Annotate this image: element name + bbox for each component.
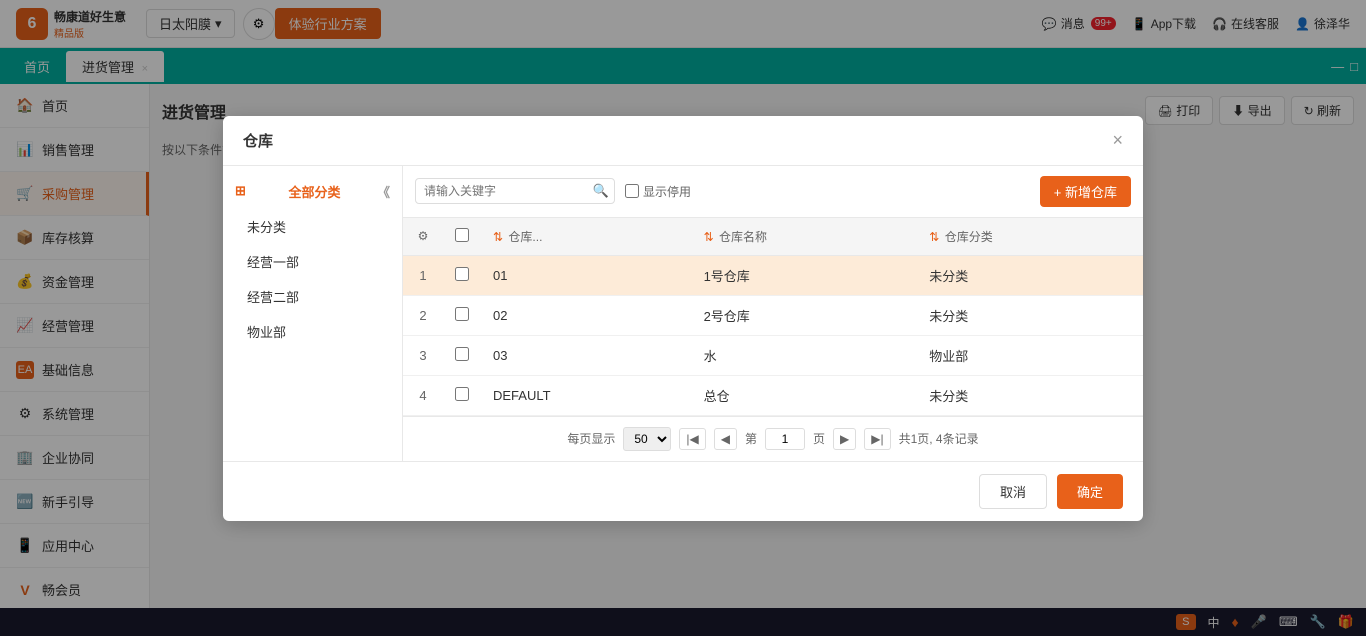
show-disabled-checkbox[interactable]: 显示停用 [625,183,691,200]
row-code-1: 01 [481,255,692,295]
sort-cat-icon: ⇅ [929,230,939,244]
prev-page-btn[interactable]: ◀ [714,428,737,450]
select-all-checkbox[interactable] [455,228,469,242]
table-head: ⚙ ⇅ 仓库... ⇅ [403,218,1143,256]
row-num-1: 1 [403,255,443,295]
row-check-3[interactable] [443,335,481,375]
next-page-btn[interactable]: ▶ [833,428,856,450]
row-cat-1: 未分类 [917,255,1143,295]
category-ops2[interactable]: 经营二部 [223,279,402,314]
row-cat-2: 未分类 [917,295,1143,335]
modal-close-btn[interactable]: × [1112,130,1123,151]
sort-icon: ⇅ [493,230,503,244]
row-name-4: 总仓 [692,375,918,415]
row-num-2: 2 [403,295,443,335]
modal-footer: 取消 确定 [223,461,1143,521]
search-wrap: 🔍 [415,178,615,204]
table-row[interactable]: 4 DEFAULT 总仓 未分类 [403,375,1143,415]
row-check-2[interactable] [443,295,481,335]
sort-name-icon: ⇅ [704,230,714,244]
table-body: 1 01 1号仓库 未分类 2 02 2号仓库 [403,255,1143,415]
warehouse-table-wrap: ⚙ ⇅ 仓库... ⇅ [403,218,1143,416]
warehouse-table-panel: 🔍 显示停用 + 新增仓库 ⚙ [403,166,1143,461]
search-icon[interactable]: 🔍 [593,183,609,199]
col-settings: ⚙ [403,218,443,256]
category-unclassified[interactable]: 未分类 [223,209,402,244]
add-warehouse-btn[interactable]: + 新增仓库 [1040,176,1131,207]
collapse-icon[interactable]: 《 [377,182,390,201]
row-code-4: DEFAULT [481,375,692,415]
modal-toolbar: 🔍 显示停用 + 新增仓库 [403,166,1143,218]
page-number-input[interactable] [765,428,805,450]
row-name-1: 1号仓库 [692,255,918,295]
modal-pagination: 每页显示 50 |◀ ◀ 第 页 ▶ ▶| 共1页, 4条记录 [403,416,1143,461]
table-row[interactable]: 1 01 1号仓库 未分类 [403,255,1143,295]
search-input[interactable] [415,178,615,204]
page-word: 第 [745,430,757,447]
modal-title: 仓库 [243,130,273,151]
table-row[interactable]: 3 03 水 物业部 [403,335,1143,375]
row-check-1[interactable] [443,255,481,295]
category-panel: ⊞ 全部分类 《 未分类 经营一部 经营二部 物业部 [223,166,403,461]
total-info: 共1页, 4条记录 [899,430,979,447]
cancel-button[interactable]: 取消 [979,474,1047,509]
row-code-3: 03 [481,335,692,375]
row-num-3: 3 [403,335,443,375]
confirm-button[interactable]: 确定 [1057,474,1123,509]
page-label: 页 [813,430,825,447]
category-ops1[interactable]: 经营一部 [223,244,402,279]
row-cat-4: 未分类 [917,375,1143,415]
table-settings-icon[interactable]: ⚙ [418,229,429,243]
first-page-btn[interactable]: |◀ [679,428,705,450]
row-code-2: 02 [481,295,692,335]
row-num-4: 4 [403,375,443,415]
per-page-label: 每页显示 [567,430,615,447]
last-page-btn[interactable]: ▶| [864,428,890,450]
row-name-2: 2号仓库 [692,295,918,335]
row-cat-3: 物业部 [917,335,1143,375]
modal-header: 仓库 × [223,116,1143,166]
modal-body: ⊞ 全部分类 《 未分类 经营一部 经营二部 物业部 🔍 [223,166,1143,461]
disabled-checkbox[interactable] [625,184,639,198]
warehouse-table: ⚙ ⇅ 仓库... ⇅ [403,218,1143,416]
grid-icon: ⊞ [235,183,246,199]
warehouse-modal: 仓库 × ⊞ 全部分类 《 未分类 经营一部 经营二部 物业部 [223,116,1143,521]
col-checkbox [443,218,481,256]
col-name: ⇅ 仓库名称 [692,218,918,256]
row-check-4[interactable] [443,375,481,415]
row-name-3: 水 [692,335,918,375]
all-categories-btn[interactable]: ⊞ 全部分类 《 [223,174,402,209]
modal-overlay[interactable]: 仓库 × ⊞ 全部分类 《 未分类 经营一部 经营二部 物业部 [0,0,1366,636]
col-code: ⇅ 仓库... [481,218,692,256]
category-property[interactable]: 物业部 [223,314,402,349]
col-category: ⇅ 仓库分类 [917,218,1143,256]
per-page-select[interactable]: 50 [623,427,671,451]
table-row[interactable]: 2 02 2号仓库 未分类 [403,295,1143,335]
